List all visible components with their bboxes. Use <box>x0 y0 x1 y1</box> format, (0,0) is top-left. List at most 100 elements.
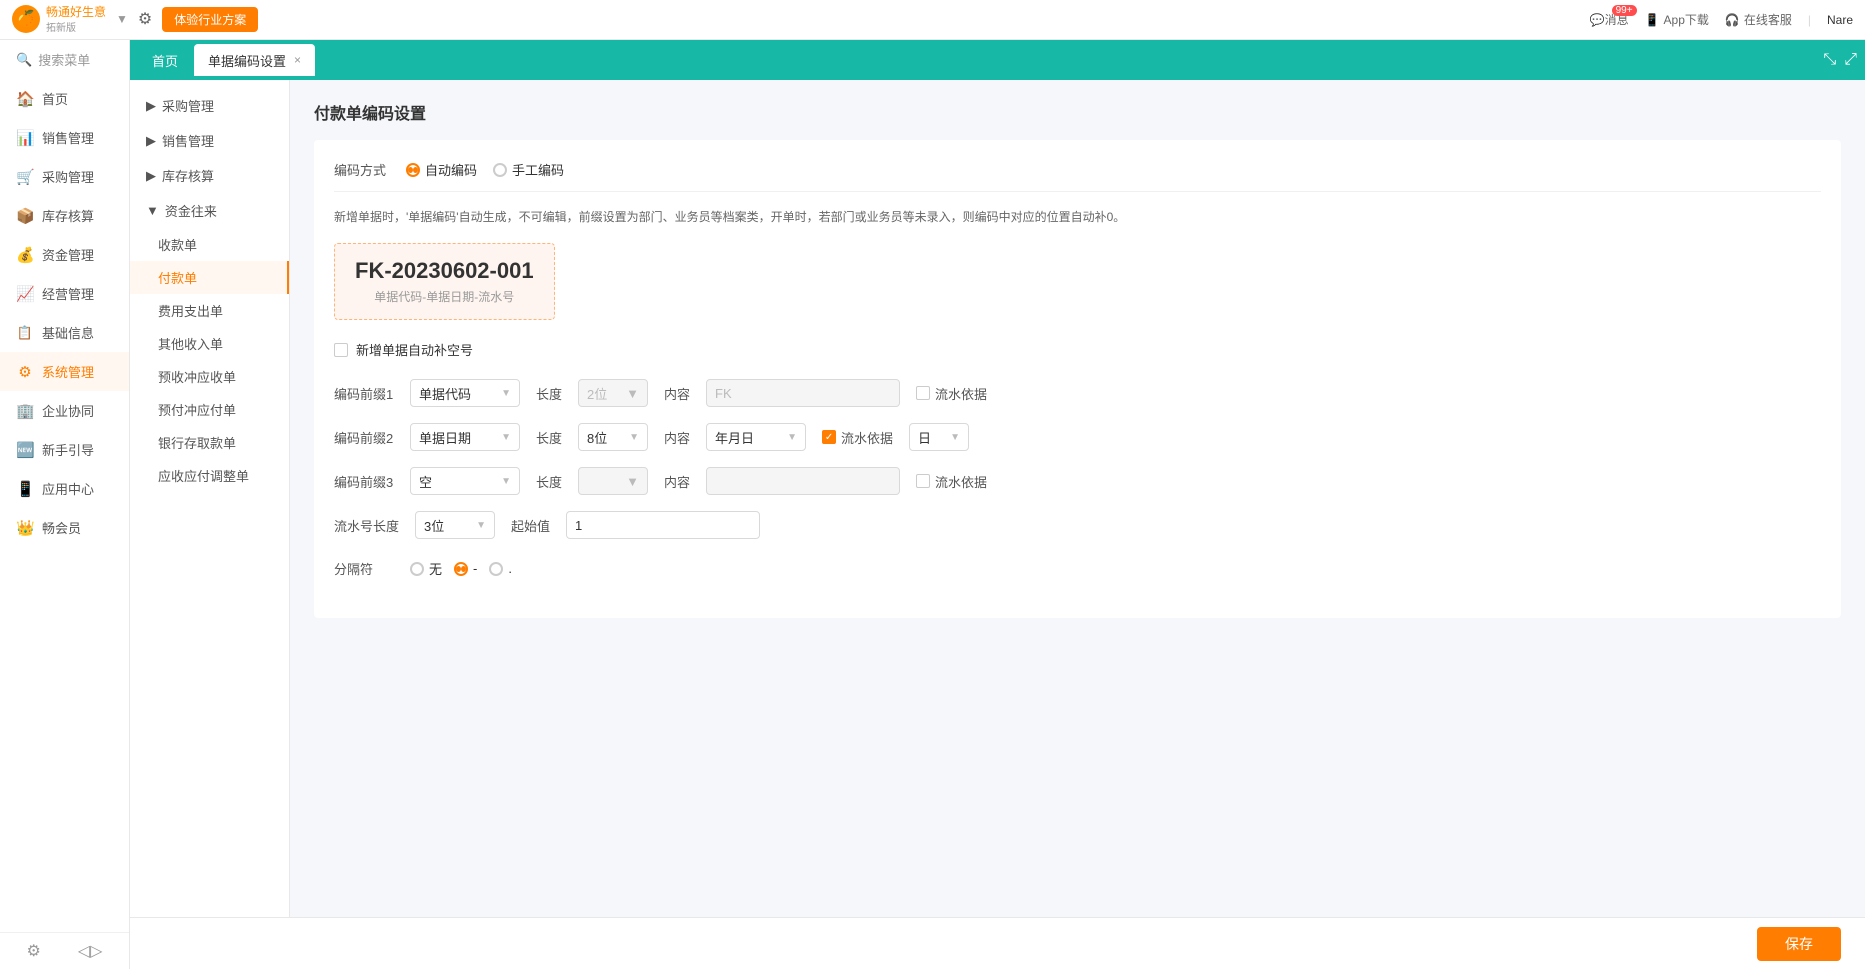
tab-close-icon[interactable]: × <box>294 53 301 67</box>
manual-encode-radio[interactable]: 手工编码 <box>493 160 564 179</box>
form-card: 编码方式 自动编码 手工编码 <box>314 140 1841 618</box>
sidebar: 🔍 搜索菜单 🏠 首页 📊 销售管理 🛒 采购管理 📦 库存核算 💰 资金管理 … <box>0 40 130 969</box>
submenu-item-adjust[interactable]: 应收应付调整单 <box>130 459 289 492</box>
submenu-group-capital[interactable]: ▼ 资金往来 <box>130 193 289 228</box>
logo-text: 畅通好生意 <box>46 5 106 19</box>
length-2-select[interactable]: 8位 ▼ <box>578 423 648 451</box>
message-icon: 💬 <box>1590 13 1605 27</box>
sidebar-item-apps[interactable]: 📱 应用中心 <box>0 469 129 508</box>
encode-method-row: 编码方式 自动编码 手工编码 <box>334 160 1821 192</box>
save-bar: 保存 <box>130 917 1865 969</box>
submenu-group-purchase[interactable]: ▶ 采购管理 <box>130 88 289 123</box>
manual-encode-circle <box>493 163 507 177</box>
sidebar-search[interactable]: 🔍 搜索菜单 <box>0 40 129 79</box>
prefix-3-select[interactable]: 空 ▼ <box>410 467 520 495</box>
submenu-item-pre-receipt[interactable]: 预收冲应收单 <box>130 360 289 393</box>
submenu-group-sales[interactable]: ▶ 销售管理 <box>130 123 289 158</box>
topbar-left: 🍊 畅通好生意 拓新版 ▼ ⚙ 体验行业方案 <box>12 5 258 34</box>
submenu-item-payment[interactable]: 付款单 <box>130 261 289 294</box>
dropdown-arrow-icon[interactable]: ▼ <box>116 12 128 26</box>
service-btn[interactable]: 🎧 在线客服 <box>1725 11 1792 28</box>
tab-encode-setting[interactable]: 单据编码设置 × <box>194 44 315 76</box>
separator-label: 分隔符 <box>334 559 394 578</box>
serial-length-label: 流水号长度 <box>334 516 399 535</box>
sidebar-item-purchase[interactable]: 🛒 采购管理 <box>0 157 129 196</box>
example-box: FK-20230602-001 单据代码-单据日期-流水号 <box>334 243 555 320</box>
sidebar-item-inventory[interactable]: 📦 库存核算 <box>0 196 129 235</box>
serial-2-checkbox[interactable]: ✓ <box>822 430 836 444</box>
app-download-btn[interactable]: 📱 App下载 <box>1645 11 1709 28</box>
serial-3-checkbox[interactable] <box>916 474 930 488</box>
serial-2-checkbox-group[interactable]: ✓ 流水依据 <box>822 428 893 447</box>
serial-1-checkbox[interactable] <box>916 386 930 400</box>
auto-fill-row: 新增单据自动补空号 <box>334 340 1821 359</box>
serial-length-select[interactable]: 3位 ▼ <box>415 511 495 539</box>
minimize-icon[interactable]: ⤡ <box>1823 51 1836 69</box>
serial-length-arrow-icon: ▼ <box>476 520 486 531</box>
submenu-item-expense[interactable]: 费用支出单 <box>130 294 289 327</box>
settings-icon[interactable]: ⚙ <box>138 9 152 29</box>
length-3-select[interactable]: ▼ <box>578 467 648 495</box>
auto-encode-radio[interactable]: 自动编码 <box>406 160 477 179</box>
tab-right-controls: ⤡ ⤢ <box>1823 51 1857 69</box>
save-button[interactable]: 保存 <box>1757 927 1841 961</box>
sep-dot-radio[interactable]: . <box>489 561 512 576</box>
submenu-group-inventory[interactable]: ▶ 库存核算 <box>130 158 289 193</box>
sep-none-circle <box>410 562 424 576</box>
submenu-item-bank[interactable]: 银行存取款单 <box>130 426 289 459</box>
content-1-input[interactable] <box>706 379 900 407</box>
home-icon: 🏠 <box>16 90 34 108</box>
sidebar-item-finance[interactable]: 💰 资金管理 <box>0 235 129 274</box>
prefix-1-select[interactable]: 单据代码 ▼ <box>410 379 520 407</box>
radio-group: 自动编码 手工编码 <box>406 160 564 179</box>
serial-1-checkbox-group[interactable]: 流水依据 <box>916 384 987 403</box>
settings-bottom-icon[interactable]: ⚙ <box>27 941 41 961</box>
submenu-item-pre-payment[interactable]: 预付冲应付单 <box>130 393 289 426</box>
trial-button[interactable]: 体验行业方案 <box>162 7 258 32</box>
logo: 🍊 畅通好生意 拓新版 <box>12 5 106 34</box>
submenu: ▶ 采购管理 ▶ 销售管理 ▶ 库存核算 ▼ 资金往来 收款单 付款单 费用支出… <box>130 80 290 917</box>
sidebar-item-system[interactable]: ⚙ 系统管理 <box>0 352 129 391</box>
length-2-arrow-icon: ▼ <box>629 432 639 443</box>
content-3-input[interactable] <box>706 467 900 495</box>
submenu-item-other-income[interactable]: 其他收入单 <box>130 327 289 360</box>
sidebar-item-operations[interactable]: 📈 经营管理 <box>0 274 129 313</box>
content-2-select[interactable]: 年月日 ▼ <box>706 423 806 451</box>
tabbar: 首页 单据编码设置 × ⤡ ⤢ <box>130 40 1865 80</box>
prefix-1-arrow-icon: ▼ <box>501 388 511 399</box>
prefix-2-select[interactable]: 单据日期 ▼ <box>410 423 520 451</box>
member-icon: 👑 <box>16 519 34 537</box>
period-2-select[interactable]: 日 ▼ <box>909 423 969 451</box>
sidebar-item-member[interactable]: 👑 畅会员 <box>0 508 129 547</box>
content-area: ▶ 采购管理 ▶ 销售管理 ▶ 库存核算 ▼ 资金往来 收款单 付款单 费用支出… <box>130 80 1865 917</box>
auto-encode-circle <box>406 163 420 177</box>
tab-home[interactable]: 首页 <box>138 44 192 76</box>
operations-icon: 📈 <box>16 285 34 303</box>
system-icon: ⚙ <box>16 363 34 381</box>
sidebar-item-guide[interactable]: 🆕 新手引导 <box>0 430 129 469</box>
chevron-right-icon: ▶ <box>146 98 156 114</box>
sidebar-item-corp[interactable]: 🏢 企业协同 <box>0 391 129 430</box>
length-3-arrow-icon: ▼ <box>626 474 639 489</box>
start-value-input[interactable] <box>566 511 760 539</box>
prefix-row-1: 编码前缀1 单据代码 ▼ 长度 2位 ▼ 内容 <box>334 379 1821 407</box>
submenu-item-receipt[interactable]: 收款单 <box>130 228 289 261</box>
message-btn[interactable]: 💬 消息 99+ <box>1590 11 1629 28</box>
sidebar-item-basic[interactable]: 📋 基础信息 <box>0 313 129 352</box>
length-1-label: 长度 <box>536 384 562 403</box>
serial-3-checkbox-group[interactable]: 流水依据 <box>916 472 987 491</box>
sidebar-item-sales[interactable]: 📊 销售管理 <box>0 118 129 157</box>
prefix-row-3: 编码前缀3 空 ▼ 长度 ▼ 内容 <box>334 467 1821 495</box>
auto-fill-label: 新增单据自动补空号 <box>356 340 473 359</box>
length-1-select[interactable]: 2位 ▼ <box>578 379 648 407</box>
sep-dash-radio[interactable]: - <box>454 561 477 576</box>
separator-options: 无 - . <box>410 559 512 578</box>
expand-icon[interactable]: ⤢ <box>1844 51 1857 69</box>
topbar: 🍊 畅通好生意 拓新版 ▼ ⚙ 体验行业方案 💬 消息 99+ 📱 App下载 … <box>0 0 1865 40</box>
prefix-2-arrow-icon: ▼ <box>501 432 511 443</box>
length-3-label: 长度 <box>536 472 562 491</box>
collapse-icon[interactable]: ◁▷ <box>78 941 103 961</box>
sep-none-radio[interactable]: 无 <box>410 559 442 578</box>
auto-fill-checkbox[interactable] <box>334 343 348 357</box>
sidebar-item-home[interactable]: 🏠 首页 <box>0 79 129 118</box>
